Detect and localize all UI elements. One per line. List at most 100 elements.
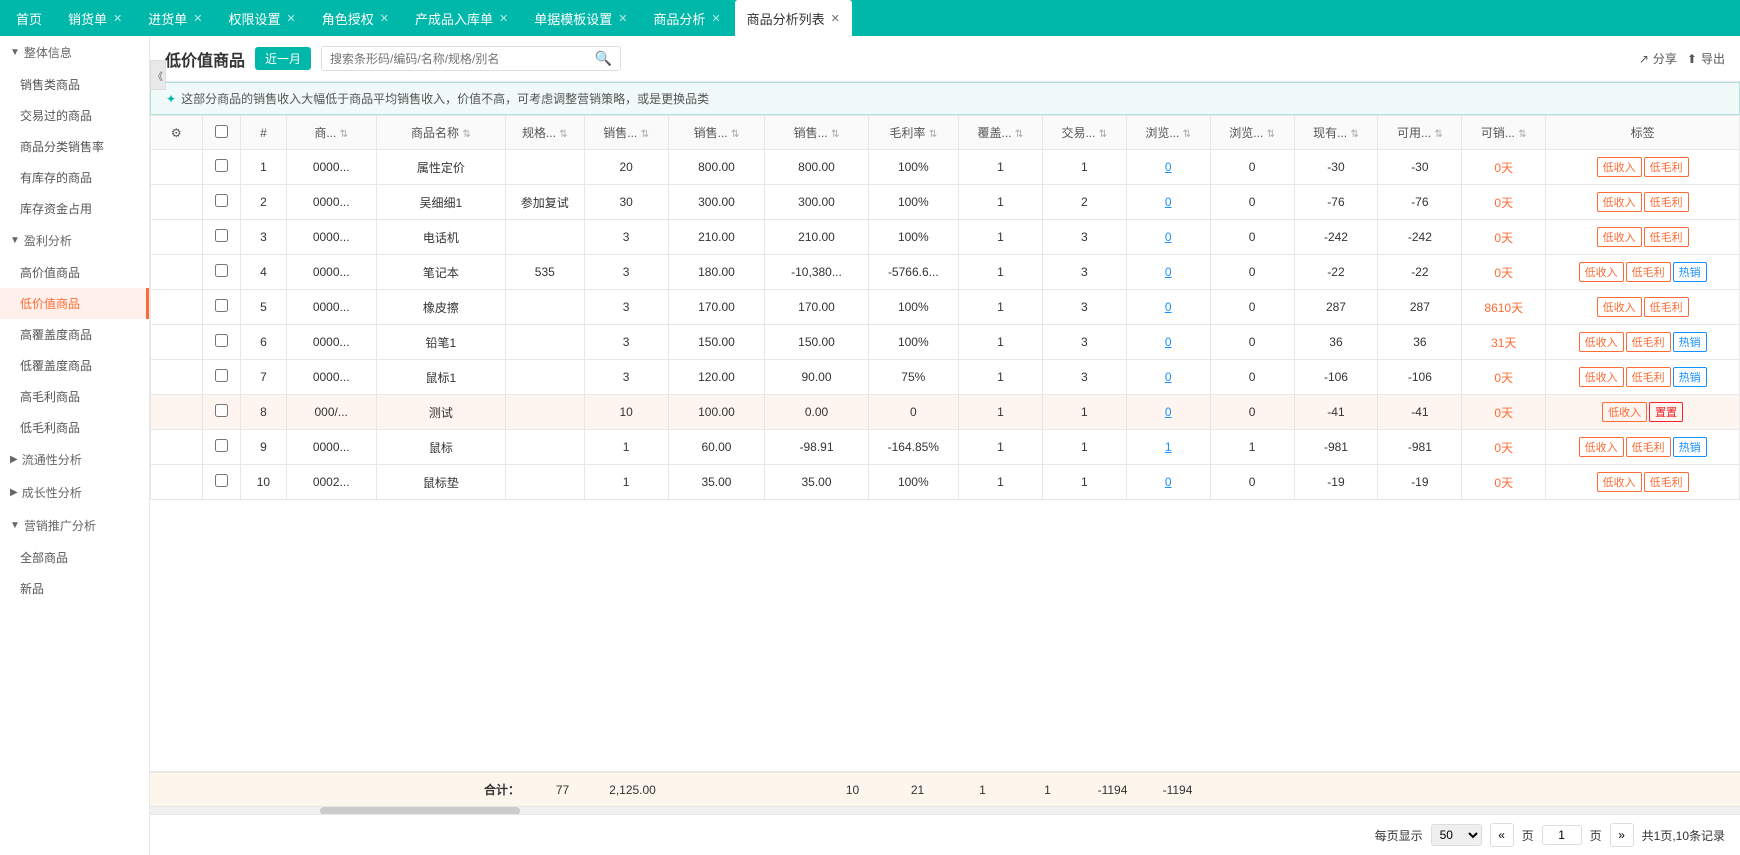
cell-views1[interactable]: 1 [1126,430,1210,465]
th-available[interactable]: 可用... ⇅ [1378,116,1462,150]
close-product-analysis-list-icon[interactable]: ✕ [831,12,840,25]
th-code[interactable]: 商... ⇅ [286,116,376,150]
cell-checkbox[interactable] [202,325,241,360]
cell-views1[interactable]: 0 [1126,185,1210,220]
sidebar-item-high-value[interactable]: 高价值商品 [0,257,149,288]
nav-permission[interactable]: 权限设置 ✕ [216,0,307,36]
th-sales-amount[interactable]: 销售... ⇅ [765,116,868,150]
close-purchase-order-icon[interactable]: ✕ [193,12,202,25]
sidebar-group-liquidity[interactable]: ▶ 流通性分析 [0,443,149,476]
cell-views1[interactable]: 0 [1126,325,1210,360]
cell-checkbox[interactable] [202,150,241,185]
row-checkbox[interactable] [215,439,228,452]
search-input[interactable] [330,52,590,66]
sidebar-item-new-goods[interactable]: 新品 [0,573,149,604]
views1-link[interactable]: 0 [1165,230,1172,244]
th-trade[interactable]: 交易... ⇅ [1042,116,1126,150]
cell-views1[interactable]: 0 [1126,360,1210,395]
th-sales-qty[interactable]: 销售... ⇅ [584,116,668,150]
close-product-inbound-icon[interactable]: ✕ [499,12,508,25]
views1-link[interactable]: 0 [1165,265,1172,279]
nav-product-analysis-list[interactable]: 商品分析列表 ✕ [735,0,852,36]
row-checkbox[interactable] [215,404,228,417]
next-page-btn[interactable]: » [1610,823,1634,847]
th-settings[interactable]: ⚙ [151,116,203,150]
cell-checkbox[interactable] [202,220,241,255]
th-name[interactable]: 商品名称 ⇅ [376,116,505,150]
nav-role-auth[interactable]: 角色授权 ✕ [310,0,401,36]
th-spec[interactable]: 规格... ⇅ [505,116,584,150]
row-checkbox[interactable] [215,229,228,242]
views1-link[interactable]: 0 [1165,405,1172,419]
sidebar-item-low-gross[interactable]: 低毛利商品 [0,412,149,443]
cell-views1[interactable]: 0 [1126,255,1210,290]
views1-link[interactable]: 0 [1165,370,1172,384]
th-views1[interactable]: 浏览... ⇅ [1126,116,1210,150]
th-coverage[interactable]: 覆盖... ⇅ [958,116,1042,150]
th-gross-rate[interactable]: 毛利率 ⇅ [868,116,958,150]
close-role-auth-icon[interactable]: ✕ [380,12,389,25]
sidebar-collapse-btn[interactable]: 《 [150,60,166,90]
nav-home[interactable]: 首页 [4,0,54,36]
row-checkbox[interactable] [215,369,228,382]
sidebar-item-traded-goods[interactable]: 交易过的商品 [0,100,149,131]
per-page-select[interactable]: 50 100 200 [1431,824,1482,846]
export-btn[interactable]: ⬆ 导出 [1687,50,1725,67]
sidebar-group-growth[interactable]: ▶ 成长性分析 [0,476,149,509]
cell-views1[interactable]: 0 [1126,395,1210,430]
cell-checkbox[interactable] [202,290,241,325]
sidebar-item-high-gross[interactable]: 高毛利商品 [0,381,149,412]
sidebar-item-low-value[interactable]: 低价值商品 [0,288,149,319]
views1-link[interactable]: 0 [1165,475,1172,489]
sidebar-item-capital-occupation[interactable]: 库存资金占用 [0,193,149,224]
select-all-checkbox[interactable] [215,125,228,138]
close-permission-icon[interactable]: ✕ [287,12,296,25]
close-sales-order-icon[interactable]: ✕ [113,12,122,25]
sidebar-group-profit[interactable]: ▼ 盈利分析 [0,224,149,257]
sidebar-item-category-sales-rate[interactable]: 商品分类销售率 [0,131,149,162]
first-page-btn[interactable]: « [1490,823,1514,847]
th-current[interactable]: 现有... ⇅ [1294,116,1378,150]
sidebar-item-sales-goods[interactable]: 销售类商品 [0,69,149,100]
cell-views1[interactable]: 0 [1126,150,1210,185]
sidebar-item-stocked-goods[interactable]: 有库存的商品 [0,162,149,193]
search-icon[interactable]: 🔍 [595,50,612,67]
th-sellable[interactable]: 可销... ⇅ [1462,116,1546,150]
cell-views1[interactable]: 0 [1126,290,1210,325]
cell-checkbox[interactable] [202,430,241,465]
row-checkbox[interactable] [215,159,228,172]
close-product-analysis-icon[interactable]: ✕ [711,12,720,25]
cell-checkbox[interactable] [202,255,241,290]
th-sales-price[interactable]: 销售... ⇅ [668,116,765,150]
nav-sales-order[interactable]: 销货单 ✕ [56,0,134,36]
cell-checkbox[interactable] [202,360,241,395]
horizontal-scrollbar[interactable] [150,806,1740,814]
sidebar-group-marketing[interactable]: ▼ 营销推广分析 [0,509,149,542]
row-checkbox[interactable] [215,299,228,312]
nav-template-settings[interactable]: 单据模板设置 ✕ [522,0,639,36]
sidebar-item-low-coverage[interactable]: 低覆盖度商品 [0,350,149,381]
close-template-settings-icon[interactable]: ✕ [618,12,627,25]
share-btn[interactable]: ↗ 分享 [1639,50,1677,67]
cell-views1[interactable]: 0 [1126,465,1210,500]
views1-link[interactable]: 0 [1165,160,1172,174]
row-checkbox[interactable] [215,264,228,277]
nav-product-inbound[interactable]: 产成品入库单 ✕ [403,0,520,36]
views1-link[interactable]: 1 [1165,440,1172,454]
cell-checkbox[interactable] [202,395,241,430]
views1-link[interactable]: 0 [1165,195,1172,209]
th-views2[interactable]: 浏览... ⇅ [1210,116,1294,150]
row-checkbox[interactable] [215,334,228,347]
cell-checkbox[interactable] [202,465,241,500]
row-checkbox[interactable] [215,474,228,487]
views1-link[interactable]: 0 [1165,300,1172,314]
nav-purchase-order[interactable]: 进货单 ✕ [136,0,214,36]
sidebar-item-all-goods[interactable]: 全部商品 [0,542,149,573]
cell-checkbox[interactable] [202,185,241,220]
cell-views1[interactable]: 0 [1126,220,1210,255]
filter-recent-month-btn[interactable]: 近一月 [255,47,311,70]
page-number-input[interactable] [1542,825,1582,845]
row-checkbox[interactable] [215,194,228,207]
sidebar-group-overall[interactable]: ▼ 整体信息 [0,36,149,69]
views1-link[interactable]: 0 [1165,335,1172,349]
